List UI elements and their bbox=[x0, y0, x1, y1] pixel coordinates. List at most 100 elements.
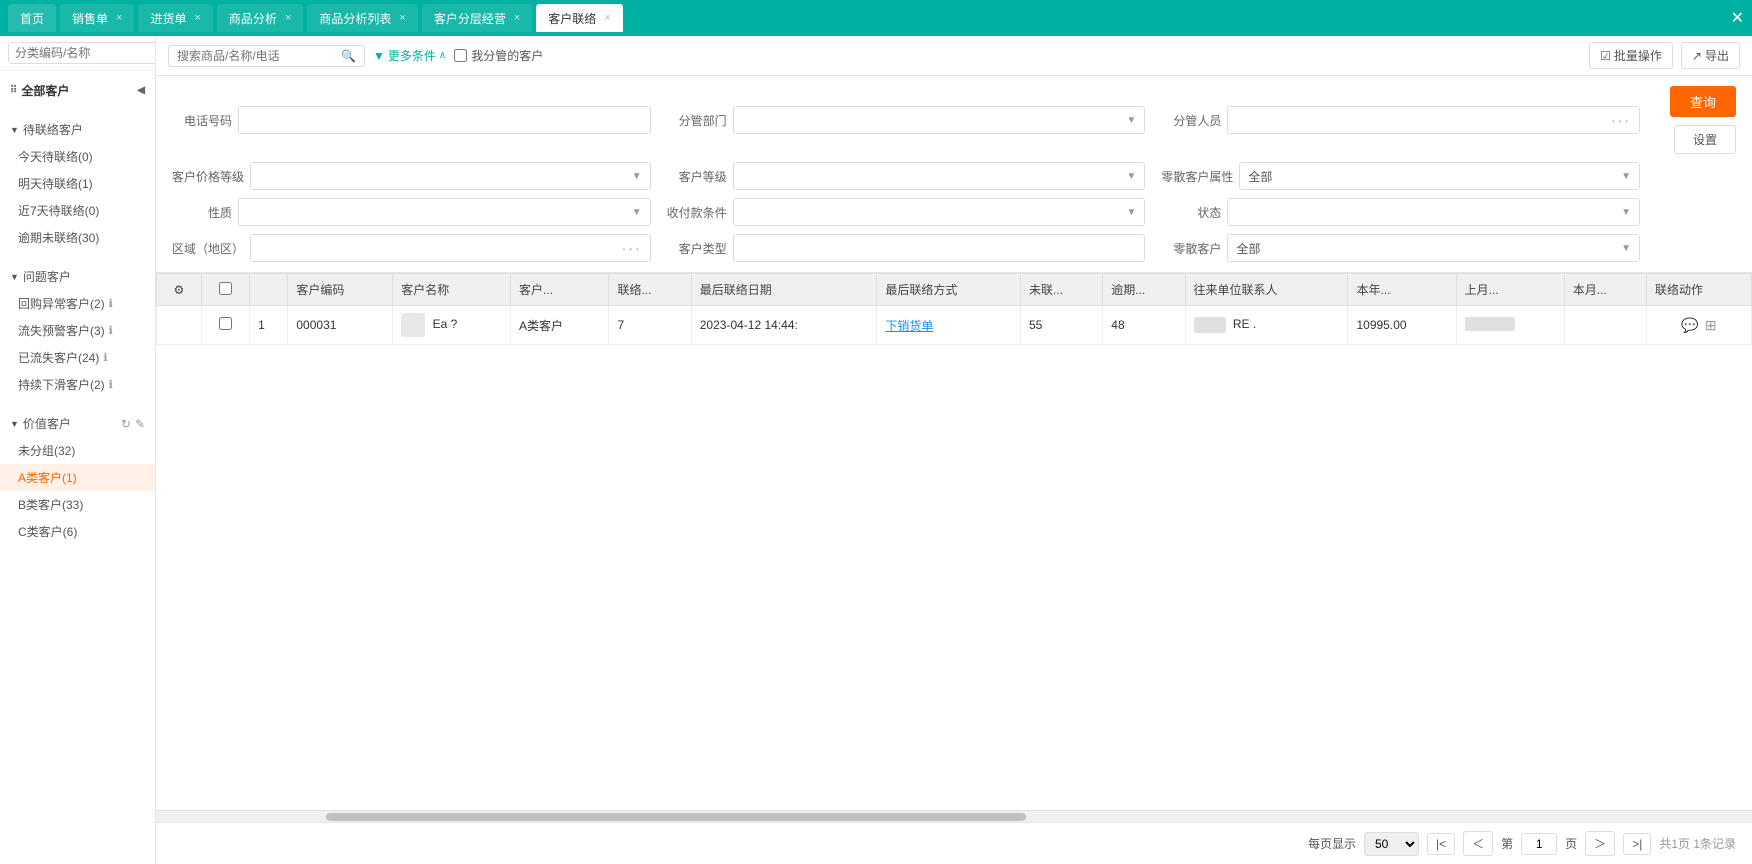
price-level-select[interactable]: ▼ bbox=[250, 162, 651, 190]
select-all-checkbox[interactable] bbox=[219, 282, 232, 295]
customer-type-input[interactable] bbox=[733, 234, 1146, 262]
filter-bar: 🔍 ▼ 更多条件 ∧ 我分管的客户 ☑ 批量操作 ↗ 导出 bbox=[156, 36, 1752, 76]
settings-button[interactable]: 设置 bbox=[1674, 125, 1736, 154]
status-select[interactable]: ▼ bbox=[1227, 198, 1640, 226]
close-purchase-tab[interactable]: × bbox=[194, 12, 200, 24]
close-customer-segment-tab[interactable]: × bbox=[514, 12, 520, 24]
message-icon[interactable]: 💬 bbox=[1681, 317, 1698, 334]
batch-ops-btn[interactable]: ☑ 批量操作 bbox=[1589, 42, 1673, 69]
sidebar-item-churn-warning[interactable]: 流失预警客户(3) ℹ bbox=[0, 317, 155, 344]
tab-goods-analysis[interactable]: 商品分析 × bbox=[217, 4, 303, 32]
manager-input[interactable]: ··· bbox=[1227, 106, 1640, 134]
this-year-col-header[interactable]: 本年... bbox=[1348, 274, 1456, 306]
sidebar-item-7days-pending[interactable]: 近7天待联络(0) bbox=[0, 197, 155, 224]
main-search-input[interactable] bbox=[177, 49, 337, 63]
last-month-placeholder bbox=[1465, 317, 1515, 331]
more-conditions-btn[interactable]: ▼ 更多条件 ∧ bbox=[373, 47, 446, 64]
my-customers-checkbox[interactable] bbox=[454, 49, 467, 62]
horizontal-scrollbar[interactable] bbox=[156, 810, 1752, 822]
dept-select[interactable]: ▼ bbox=[733, 106, 1146, 134]
settings-col-header[interactable]: ⚙ bbox=[157, 274, 202, 306]
row-checkbox-cell[interactable] bbox=[201, 306, 249, 345]
retail-customer-select[interactable]: 全部 ▼ bbox=[1227, 234, 1640, 262]
query-button[interactable]: 查询 bbox=[1670, 86, 1736, 117]
all-customers-title[interactable]: ⠿ 全部客户 ◀ bbox=[0, 77, 155, 104]
refresh-icon[interactable]: ↻ bbox=[121, 417, 131, 431]
scrollbar-thumb[interactable] bbox=[326, 813, 1026, 821]
edit-icon[interactable]: ✎ bbox=[135, 417, 145, 431]
sidebar-item-declining[interactable]: 持续下滑客户(2) ℹ bbox=[0, 371, 155, 398]
filter-row-4: 区域（地区） ··· 客户类型 零散客户 全部 ▼ bbox=[172, 230, 1736, 266]
info-icon: ℹ bbox=[109, 297, 113, 310]
filter-row-3: 性质 ▼ 收付款条件 ▼ 状态 ▼ bbox=[172, 194, 1736, 230]
customer-level-arrow-icon: ▼ bbox=[1126, 171, 1136, 182]
no-contact-col-header[interactable]: 未联... bbox=[1020, 274, 1102, 306]
last-method-col-header[interactable]: 最后联络方式 bbox=[877, 274, 1021, 306]
page-number-input[interactable] bbox=[1521, 833, 1557, 855]
window-close-button[interactable]: ✕ bbox=[1731, 8, 1744, 28]
row-last-method[interactable]: 下销货单 bbox=[877, 306, 1021, 345]
tab-goods-list[interactable]: 商品分析列表 × bbox=[307, 4, 417, 32]
row-no-contact: 55 bbox=[1020, 306, 1102, 345]
retail-attr-select[interactable]: 全部 ▼ bbox=[1239, 162, 1640, 190]
region-input[interactable]: ··· bbox=[250, 234, 651, 262]
content-area: 🔍 ▼ 更多条件 ∧ 我分管的客户 ☑ 批量操作 ↗ 导出 bbox=[156, 36, 1752, 864]
pending-title[interactable]: ▼ 待联络客户 bbox=[0, 116, 155, 143]
close-goods-list-tab[interactable]: × bbox=[399, 12, 405, 24]
status-arrow-icon: ▼ bbox=[1621, 207, 1631, 218]
overdue-col-header[interactable]: 逾期... bbox=[1103, 274, 1185, 306]
payment-select[interactable]: ▼ bbox=[733, 198, 1146, 226]
code-col-header[interactable]: 客户编码 bbox=[288, 274, 393, 306]
page-size-select[interactable]: 50 100 200 bbox=[1364, 832, 1419, 856]
unit-contact-col-header[interactable]: 往来单位联系人 bbox=[1185, 274, 1348, 306]
tab-customer-contact[interactable]: 客户联络 × bbox=[536, 4, 622, 32]
sidebar-item-a-class[interactable]: A类客户(1) bbox=[0, 464, 155, 491]
tab-customer-segment[interactable]: 客户分层经营 × bbox=[422, 4, 532, 32]
phone-field: 电话号码 bbox=[172, 106, 651, 134]
filter-arrow-icon: ∧ bbox=[439, 50, 446, 61]
close-goods-analysis-tab[interactable]: × bbox=[285, 12, 291, 24]
sidebar-item-repurchase-abnormal[interactable]: 回购异常客户(2) ℹ bbox=[0, 290, 155, 317]
close-sales-tab[interactable]: × bbox=[116, 12, 122, 24]
top-navigation: 首页 销售单 × 进货单 × 商品分析 × 商品分析列表 × 客户分层经营 × … bbox=[0, 0, 1752, 36]
type-col-header[interactable]: 客户... bbox=[511, 274, 609, 306]
this-month-col-header[interactable]: 本月... bbox=[1564, 274, 1646, 306]
customer-level-select[interactable]: ▼ bbox=[733, 162, 1146, 190]
name-col-header[interactable]: 客户名称 bbox=[393, 274, 511, 306]
contact-col-header[interactable]: 联络... bbox=[609, 274, 691, 306]
tab-purchase[interactable]: 进货单 × bbox=[138, 4, 212, 32]
sidebar-item-tomorrow-pending[interactable]: 明天待联络(1) bbox=[0, 170, 155, 197]
last-month-col-header[interactable]: 上月... bbox=[1456, 274, 1564, 306]
sidebar-item-c-class[interactable]: C类客户(6) bbox=[0, 518, 155, 545]
problem-title[interactable]: ▼ 问题客户 bbox=[0, 263, 155, 290]
tab-sales[interactable]: 销售单 × bbox=[60, 4, 134, 32]
category-search-input[interactable] bbox=[8, 42, 156, 64]
sidebar-item-churned[interactable]: 已流失客户(24) ℹ bbox=[0, 344, 155, 371]
checkbox-col-header[interactable] bbox=[201, 274, 249, 306]
phone-input[interactable] bbox=[238, 106, 651, 134]
value-title[interactable]: ▼ 价值客户 ↻ ✎ bbox=[0, 410, 155, 437]
last-date-col-header[interactable]: 最后联络日期 bbox=[691, 274, 877, 306]
sidebar-item-b-class[interactable]: B类客户(33) bbox=[0, 491, 155, 518]
sidebar-item-overdue-contact[interactable]: 逾期未联络(30) bbox=[0, 224, 155, 251]
close-customer-contact-tab[interactable]: × bbox=[604, 12, 610, 24]
row-checkbox[interactable] bbox=[219, 317, 232, 330]
sidebar-search-area: 🔍 bbox=[0, 36, 155, 71]
prev-page-btn[interactable]: ＜ bbox=[1463, 831, 1493, 856]
retail-customer-field: 零散客户 全部 ▼ bbox=[1161, 234, 1640, 262]
last-page-btn[interactable]: >| bbox=[1623, 833, 1651, 855]
qr-icon[interactable]: ⊞ bbox=[1705, 317, 1717, 334]
row-contact: 7 bbox=[609, 306, 691, 345]
row-name[interactable]: Ea ? bbox=[393, 306, 511, 345]
tab-home[interactable]: 首页 bbox=[8, 4, 56, 32]
price-level-arrow-icon: ▼ bbox=[632, 171, 642, 182]
value-section: ▼ 价值客户 ↻ ✎ 未分组(32) A类客户(1) B类客户(33) C类客户… bbox=[0, 404, 155, 551]
next-page-btn[interactable]: ＞ bbox=[1585, 831, 1615, 856]
row-overdue: 48 bbox=[1103, 306, 1185, 345]
first-page-btn[interactable]: |< bbox=[1427, 833, 1455, 855]
sidebar-item-unclassified[interactable]: 未分组(32) bbox=[0, 437, 155, 464]
nature-select[interactable]: ▼ bbox=[238, 198, 651, 226]
row-code[interactable]: 000031 bbox=[288, 306, 393, 345]
export-btn[interactable]: ↗ 导出 bbox=[1681, 42, 1740, 69]
sidebar-item-today-pending[interactable]: 今天待联络(0) bbox=[0, 143, 155, 170]
